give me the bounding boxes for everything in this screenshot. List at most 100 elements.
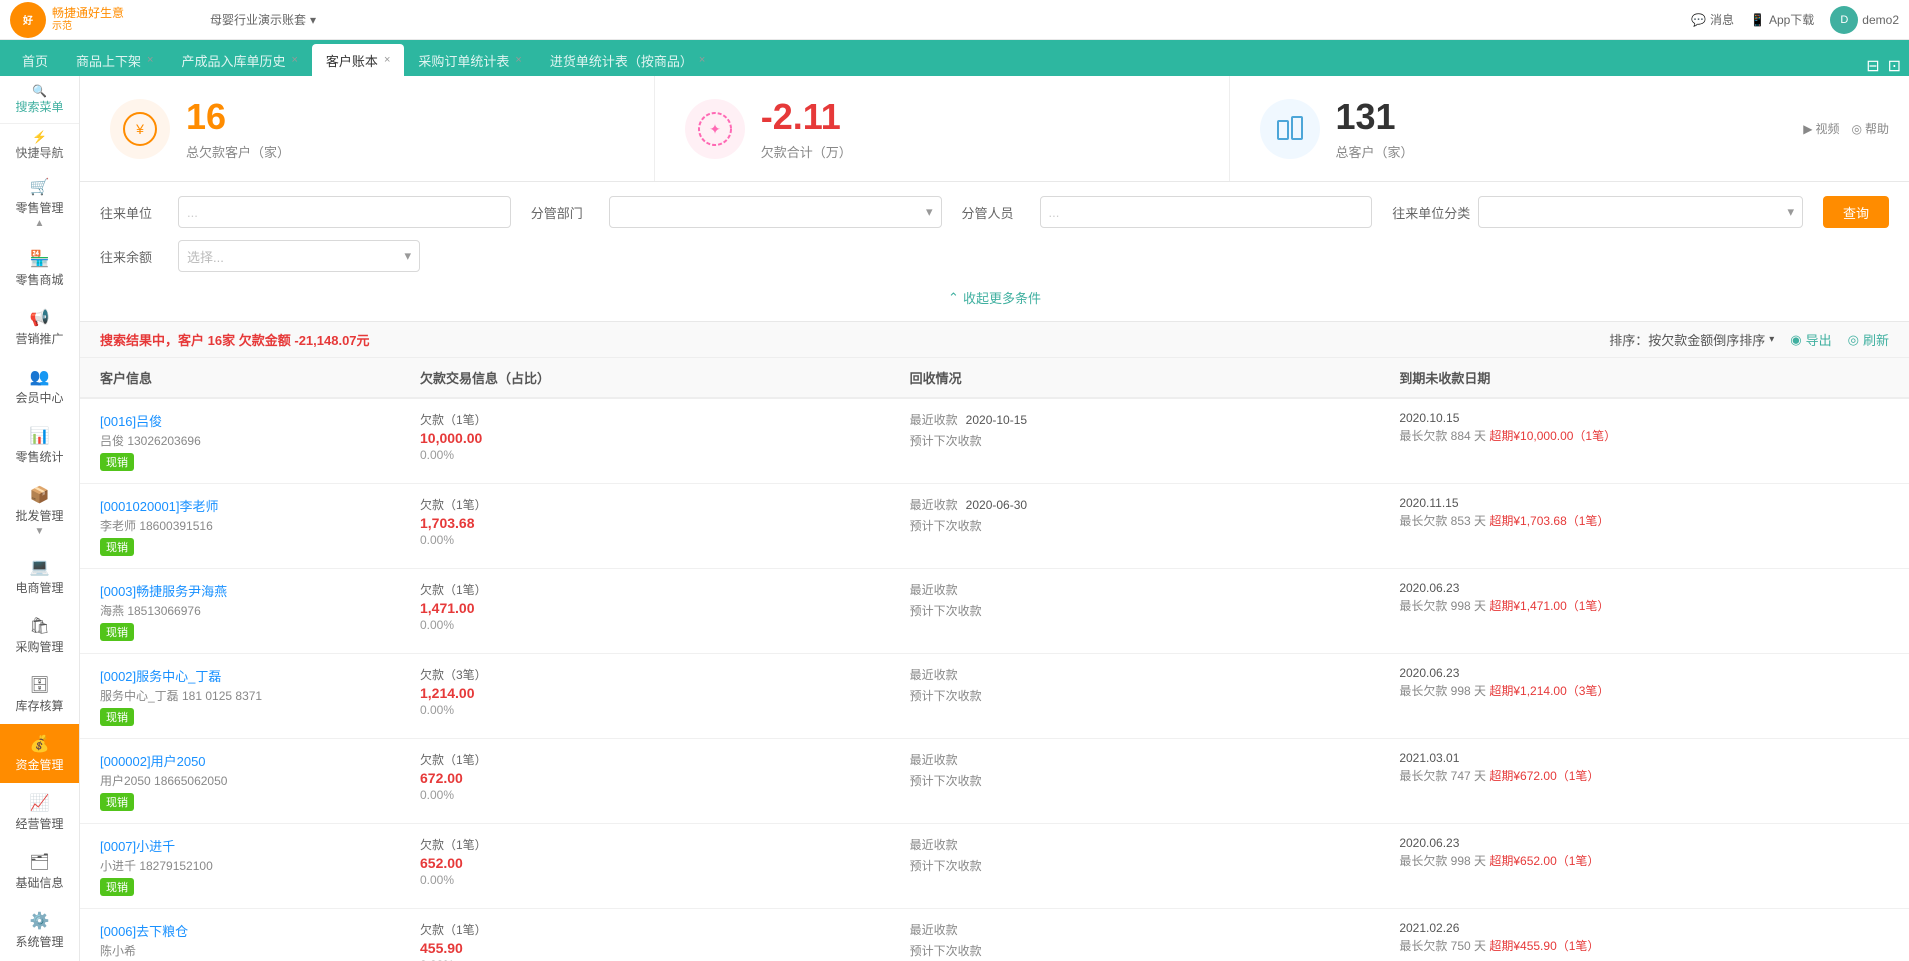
filter-source-unit-input[interactable]: ... [178, 196, 511, 228]
stat-icon-debt-amount: ✦ [685, 99, 745, 159]
recovery-next-2: 预计下次收款 [910, 517, 1400, 534]
tab-product-offshelf[interactable]: 商品上下架 × [62, 44, 167, 76]
sidebar-item-ecommerce-label: 电商管理 [15, 579, 63, 596]
sidebar-item-basic-info[interactable]: 🗂 基础信息 [0, 842, 79, 901]
due-overdue-3: 最长欠款 998 天 超期¥1,471.00（1笔） [1399, 597, 1889, 614]
app-download-btn[interactable]: 📱 App下载 [1750, 11, 1814, 28]
stat-icon-total-customers [1260, 99, 1320, 159]
sidebar-item-retail-mall-label: 零售商城 [15, 271, 63, 288]
customer-name-3[interactable]: [0003]畅捷服务尹海燕 [100, 581, 420, 600]
tab-purchase-stat-label: 采购订单统计表 [418, 51, 509, 70]
filter-balance: 往来余额 选择... ▾ [100, 240, 420, 272]
customer-name-6[interactable]: [0007]小进千 [100, 836, 420, 855]
due-overdue-4: 最长欠款 998 天 超期¥1,214.00（3笔） [1399, 682, 1889, 699]
recovery-label-2: 最近收款 [910, 496, 958, 513]
filter-unit-class: 往来单位分类 ▾ [1392, 196, 1803, 228]
refresh-btn[interactable]: ◎ 刷新 [1848, 330, 1889, 349]
filter-unit-class-label: 往来单位分类 [1392, 203, 1470, 222]
due-cell-4: 2020.06.23 最长欠款 998 天 超期¥1,214.00（3笔） [1399, 666, 1889, 699]
sidebar-item-system[interactable]: ⚙️ 系统管理 [0, 901, 79, 960]
tab-minimize-btn[interactable]: ⊟ [1866, 56, 1879, 76]
customer-name-7[interactable]: [0006]去下粮仓 [100, 921, 420, 940]
retail-stats-icon: 📊 [30, 426, 50, 446]
filter-unit-class-select[interactable]: ▾ [1478, 196, 1803, 228]
debt-count-4: 欠款（3笔） [420, 666, 910, 683]
purchase-icon: 🛍 [29, 616, 49, 636]
tab-customer-account-close[interactable]: × [384, 54, 390, 66]
refresh-icon: ◎ [1848, 332, 1859, 348]
tab-customer-account[interactable]: 客户账本 × [312, 44, 404, 76]
export-btn[interactable]: ◉ 导出 [1790, 330, 1831, 349]
filter-balance-placeholder: 选择... [187, 247, 224, 266]
customer-name-4[interactable]: [0002]服务中心_丁磊 [100, 666, 420, 685]
customer-info-cell-3: [0003]畅捷服务尹海燕 海燕 18513066976 现销 [100, 581, 420, 641]
tab-import-stat[interactable]: 进货单统计表（按商品） × [536, 44, 719, 76]
overdue-amount-5: 超期¥672.00（1笔） [1489, 769, 1599, 783]
app-download-label: App下载 [1769, 11, 1814, 28]
org-selector[interactable]: 母婴行业演示账套 ▾ [210, 11, 316, 28]
filter-source-unit-dots: ... [187, 205, 198, 220]
tab-import-stat-close[interactable]: × [699, 54, 705, 66]
customer-name-5[interactable]: [000002]用户2050 [100, 751, 420, 770]
tab-purchase-stat-close[interactable]: × [515, 54, 521, 66]
filter-balance-select[interactable]: 选择... ▾ [178, 240, 420, 272]
recovery-date-2: 2020-06-30 [966, 498, 1027, 512]
stats-help: ▶ 视频 ◎ 帮助 [1803, 76, 1909, 181]
customer-name-2[interactable]: [0001020001]李老师 [100, 496, 420, 515]
help-btn[interactable]: ◎ 帮助 [1852, 120, 1890, 137]
recovery-next-4: 预计下次收款 [910, 687, 1400, 704]
debt-percent-2: 0.00% [420, 533, 910, 547]
sidebar-item-batch-mgmt-arrow: ▼ [35, 526, 45, 537]
tab-product-history[interactable]: 产成品入库单历史 × [167, 44, 311, 76]
tab-product-history-close[interactable]: × [291, 54, 297, 66]
sidebar-item-batch-mgmt[interactable]: 📦 批发管理 ▼ [0, 475, 79, 547]
sidebar-item-ecommerce[interactable]: 💻 电商管理 [0, 547, 79, 606]
overdue-amount-3: 超期¥1,471.00（1笔） [1489, 599, 1609, 613]
recovery-cell-1: 最近收款 2020-10-15 预计下次收款 [910, 411, 1400, 449]
sidebar-item-purchase[interactable]: 🛍 采购管理 [0, 606, 79, 665]
filter-balance-arrow: ▾ [404, 248, 411, 264]
col-customer-info: 客户信息 [100, 368, 420, 387]
sidebar-item-finance[interactable]: 💰 资金管理 [0, 724, 79, 783]
recovery-label-3: 最近收款 [910, 581, 958, 598]
user-profile-btn[interactable]: D demo2 [1830, 6, 1899, 34]
tab-maximize-btn[interactable]: ⊡ [1888, 56, 1901, 76]
table-row: [0016]吕俊 吕俊 13026203696 现销 欠款（1笔） 10,000… [80, 399, 1909, 484]
sidebar-item-marketing[interactable]: 📢 营销推广 [0, 298, 79, 357]
sidebar-item-member[interactable]: 👥 会员中心 [0, 357, 79, 416]
search-button[interactable]: 查询 [1823, 196, 1889, 228]
sidebar-item-inventory[interactable]: 🗄 库存核算 [0, 665, 79, 724]
sidebar-item-retail-stats[interactable]: 📊 零售统计 [0, 416, 79, 475]
results-amount: -21,148.07元 [294, 333, 369, 348]
tab-purchase-stat[interactable]: 采购订单统计表 × [404, 44, 535, 76]
debt-amount-6: 652.00 [420, 855, 910, 871]
sidebar-quick-nav[interactable]: ⚡ 快捷导航 [0, 124, 79, 167]
tab-product-offshelf-close[interactable]: × [147, 54, 153, 66]
table-row-inner: [0007]小进千 小进千 18279152100 现销 欠款（1笔） 652.… [80, 824, 1909, 908]
table-row-inner: [0002]服务中心_丁磊 服务中心_丁磊 181 0125 8371 现销 欠… [80, 654, 1909, 738]
sidebar-item-retail-mall[interactable]: 🏪 零售商城 [0, 239, 79, 298]
overdue-amount-4: 超期¥1,214.00（3笔） [1489, 684, 1609, 698]
message-btn[interactable]: 💬 消息 [1691, 11, 1734, 28]
customer-name-1[interactable]: [0016]吕俊 [100, 411, 420, 430]
sidebar-item-ops[interactable]: 📈 经营管理 [0, 783, 79, 842]
filter-dept-select[interactable]: ▾ [609, 196, 942, 228]
tab-home[interactable]: 首页 [8, 44, 62, 76]
table-row-inner: [0001020001]李老师 李老师 18600391516 现销 欠款（1笔… [80, 484, 1909, 568]
table-header: 客户信息 欠款交易信息（占比） 回收情况 到期未收款日期 [80, 358, 1909, 399]
due-overdue-7: 最长欠款 750 天 超期¥455.90（1笔） [1399, 937, 1889, 954]
help-video-btn[interactable]: ▶ 视频 [1803, 120, 1839, 137]
debt-percent-1: 0.00% [420, 448, 910, 462]
table-row: [0001020001]李老师 李老师 18600391516 现销 欠款（1笔… [80, 484, 1909, 569]
basic-info-icon: 🗂 [29, 852, 49, 872]
sidebar-item-retail-mgmt[interactable]: 🛒 零售管理 ▲ [0, 167, 79, 239]
debt-cell-7: 欠款（1笔） 455.90 0.00% [420, 921, 910, 961]
results-mid: 欠款金额 [239, 333, 291, 348]
collapse-row[interactable]: ⌃ 收起更多条件 [100, 284, 1889, 307]
sidebar-search[interactable]: 🔍 搜索菜单 [0, 76, 79, 124]
sidebar-item-retail-mgmt-arrow: ▲ [35, 218, 45, 229]
debt-count-3: 欠款（1笔） [420, 581, 910, 598]
sort-selector[interactable]: 排序：按欠款金额倒序排序 ▾ [1609, 330, 1774, 349]
inventory-icon: 🗄 [29, 675, 49, 695]
filter-manager-input[interactable]: ... [1040, 196, 1373, 228]
